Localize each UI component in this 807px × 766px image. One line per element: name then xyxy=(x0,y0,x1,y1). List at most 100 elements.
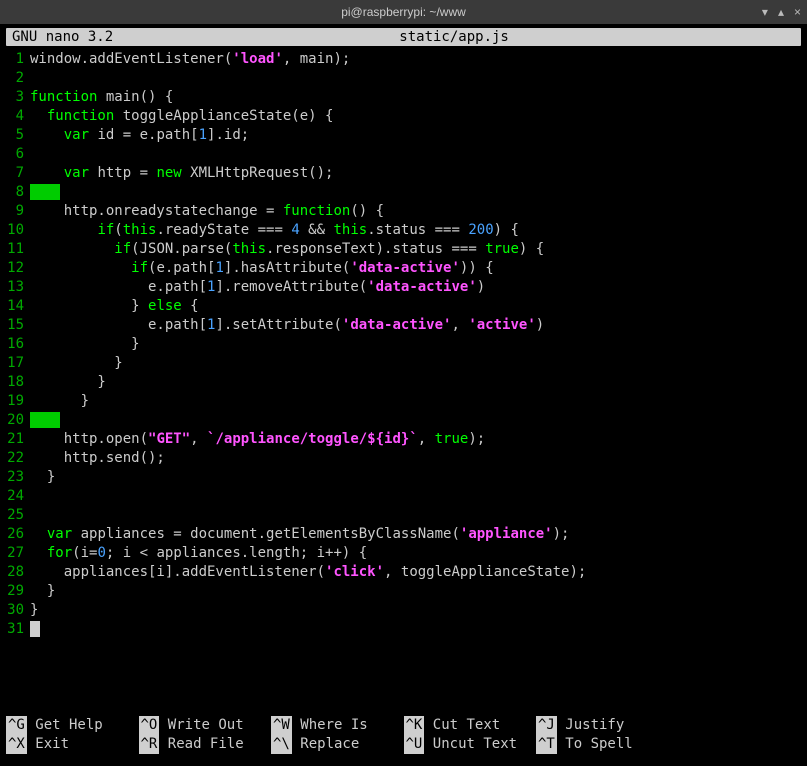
line-content: e.path[1].setAttribute('data-active', 'a… xyxy=(30,316,544,335)
close-icon[interactable]: × xyxy=(794,5,801,19)
shortcut-key: ^R xyxy=(139,735,160,754)
line-number: 31 xyxy=(6,620,30,639)
line-content: } xyxy=(30,468,55,487)
line-number: 17 xyxy=(6,354,30,373)
code-line[interactable]: 6 xyxy=(6,145,801,164)
line-number: 12 xyxy=(6,259,30,278)
code-line[interactable]: 7 var http = new XMLHttpRequest(); xyxy=(6,164,801,183)
line-content: function toggleApplianceState(e) { xyxy=(30,107,333,126)
line-number: 26 xyxy=(6,525,30,544)
code-line[interactable]: 25 xyxy=(6,506,801,525)
shortcut-item: ^K Cut Text xyxy=(404,716,537,735)
code-line[interactable]: 19 } xyxy=(6,392,801,411)
code-line[interactable]: 24 xyxy=(6,487,801,506)
cursor xyxy=(30,412,60,428)
line-content: if(JSON.parse(this.responseText).status … xyxy=(30,240,544,259)
code-line[interactable]: 27 for(i=0; i < appliances.length; i++) … xyxy=(6,544,801,563)
line-content: e.path[1].removeAttribute('data-active') xyxy=(30,278,485,297)
line-number: 14 xyxy=(6,297,30,316)
code-line[interactable]: 5 var id = e.path[1].id; xyxy=(6,126,801,145)
line-number: 8 xyxy=(6,183,30,202)
line-number: 5 xyxy=(6,126,30,145)
line-number: 18 xyxy=(6,373,30,392)
shortcut-key: ^O xyxy=(139,716,160,735)
code-line[interactable]: 4 function toggleApplianceState(e) { xyxy=(6,107,801,126)
shortcut-item: ^T To Spell xyxy=(536,735,669,754)
line-content: } xyxy=(30,354,123,373)
line-content xyxy=(30,183,60,202)
code-line[interactable]: 13 e.path[1].removeAttribute('data-activ… xyxy=(6,278,801,297)
code-line[interactable]: 9 http.onreadystatechange = function() { xyxy=(6,202,801,221)
line-number: 2 xyxy=(6,69,30,88)
line-content: var appliances = document.getElementsByC… xyxy=(30,525,569,544)
code-line[interactable]: 12 if(e.path[1].hasAttribute('data-activ… xyxy=(6,259,801,278)
shortcut-item: ^G Get Help xyxy=(6,716,139,735)
shortcut-label: Cut Text xyxy=(424,717,500,733)
shortcut-key: ^J xyxy=(536,716,557,735)
shortcut-item: ^O Write Out xyxy=(139,716,272,735)
minimize-icon[interactable]: ▾ xyxy=(762,5,768,19)
shortcut-key: ^K xyxy=(404,716,425,735)
terminal[interactable]: GNU nano 3.2 static/app.js 1window.addEv… xyxy=(0,24,807,766)
code-line[interactable]: 26 var appliances = document.getElements… xyxy=(6,525,801,544)
line-content xyxy=(30,411,60,430)
line-content: } else { xyxy=(30,297,199,316)
shortcut-label: Where Is xyxy=(292,717,368,733)
line-content xyxy=(30,620,40,639)
code-line[interactable]: 17 } xyxy=(6,354,801,373)
shortcut-label: Get Help xyxy=(27,717,103,733)
line-number: 1 xyxy=(6,50,30,69)
code-line[interactable]: 18 } xyxy=(6,373,801,392)
line-content: var id = e.path[1].id; xyxy=(30,126,249,145)
line-content: if(e.path[1].hasAttribute('data-active')… xyxy=(30,259,494,278)
line-content: var http = new XMLHttpRequest(); xyxy=(30,164,333,183)
code-line[interactable]: 30} xyxy=(6,601,801,620)
line-number: 13 xyxy=(6,278,30,297)
shortcut-label: To Spell xyxy=(557,736,633,752)
code-line[interactable]: 22 http.send(); xyxy=(6,449,801,468)
shortcut-key: ^G xyxy=(6,716,27,735)
code-line[interactable]: 11 if(JSON.parse(this.responseText).stat… xyxy=(6,240,801,259)
shortcut-label: Exit xyxy=(27,736,69,752)
line-number: 20 xyxy=(6,411,30,430)
line-number: 23 xyxy=(6,468,30,487)
code-line[interactable]: 16 } xyxy=(6,335,801,354)
shortcut-key: ^T xyxy=(536,735,557,754)
shortcut-item: ^\ Replace xyxy=(271,735,404,754)
code-line[interactable]: 2 xyxy=(6,69,801,88)
line-content: http.open("GET", `/appliance/toggle/${id… xyxy=(30,430,485,449)
nano-filename: static/app.js xyxy=(113,28,795,46)
code-line[interactable]: 1window.addEventListener('load', main); xyxy=(6,50,801,69)
shortcut-key: ^\ xyxy=(271,735,292,754)
nano-shortcuts: ^G Get Help^O Write Out^W Where Is^K Cut… xyxy=(6,716,801,754)
code-line[interactable]: 15 e.path[1].setAttribute('data-active',… xyxy=(6,316,801,335)
code-line[interactable]: 31 xyxy=(6,620,801,639)
line-number: 30 xyxy=(6,601,30,620)
line-number: 9 xyxy=(6,202,30,221)
line-content: } xyxy=(30,373,106,392)
code-line[interactable]: 21 http.open("GET", `/appliance/toggle/$… xyxy=(6,430,801,449)
line-number: 27 xyxy=(6,544,30,563)
shortcut-item: ^U Uncut Text xyxy=(404,735,537,754)
code-line[interactable]: 28 appliances[i].addEventListener('click… xyxy=(6,563,801,582)
line-content: window.addEventListener('load', main); xyxy=(30,50,350,69)
line-content: } xyxy=(30,335,140,354)
code-line[interactable]: 23 } xyxy=(6,468,801,487)
code-line[interactable]: 29 } xyxy=(6,582,801,601)
line-number: 11 xyxy=(6,240,30,259)
code-line[interactable]: 20 xyxy=(6,411,801,430)
code-line[interactable]: 10 if(this.readyState === 4 && this.stat… xyxy=(6,221,801,240)
maximize-icon[interactable]: ▴ xyxy=(778,5,784,19)
line-content: if(this.readyState === 4 && this.status … xyxy=(30,221,519,240)
line-content: } xyxy=(30,392,89,411)
code-line[interactable]: 3function main() { xyxy=(6,88,801,107)
line-content: } xyxy=(30,582,55,601)
line-number: 19 xyxy=(6,392,30,411)
cursor xyxy=(30,621,40,637)
line-content: function main() { xyxy=(30,88,173,107)
line-number: 7 xyxy=(6,164,30,183)
code-area[interactable]: 1window.addEventListener('load', main);2… xyxy=(6,50,801,639)
code-line[interactable]: 8 xyxy=(6,183,801,202)
shortcut-item: ^R Read File xyxy=(139,735,272,754)
code-line[interactable]: 14 } else { xyxy=(6,297,801,316)
